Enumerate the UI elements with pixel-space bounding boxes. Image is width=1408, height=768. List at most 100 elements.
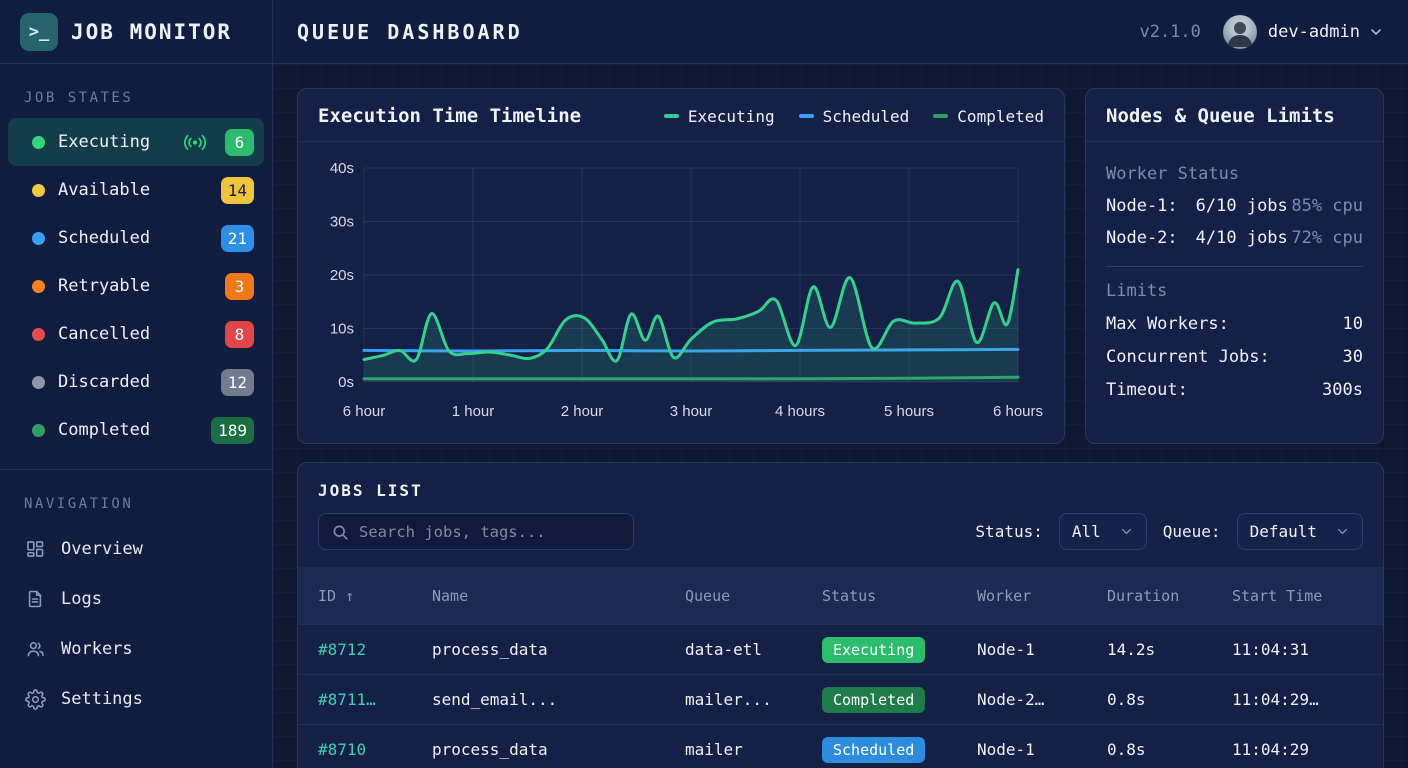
job-name: process_data — [432, 640, 548, 659]
limit-row: Max Workers: 10 — [1106, 314, 1363, 334]
sidebar-state-cancelled[interactable]: Cancelled 8 — [8, 310, 264, 358]
state-label: Executing — [58, 132, 151, 152]
worker-cpu: 85% cpu — [1291, 196, 1363, 216]
sidebar-item-overview[interactable]: Overview — [0, 524, 272, 574]
job-status-cell: Executing — [822, 636, 977, 663]
grid-icon — [24, 538, 46, 560]
legend-label: Executing — [687, 106, 775, 126]
svg-text:6 hours: 6 hours — [993, 403, 1043, 420]
nav-item-label: Workers — [61, 639, 133, 659]
column-header-status[interactable]: Status — [822, 587, 977, 605]
chevron-down-icon — [1335, 524, 1350, 539]
worker-name: Node-2: — [1106, 228, 1178, 248]
file-icon — [24, 588, 46, 610]
status-badge: Scheduled — [822, 736, 926, 763]
app-logo: >_ JOB MONITOR — [0, 0, 272, 64]
legend-swatch — [663, 114, 679, 118]
nav-item-label: Logs — [61, 589, 102, 609]
job-duration: 0.8s — [1107, 740, 1146, 759]
jobs-search[interactable] — [318, 513, 634, 550]
sidebar-state-scheduled[interactable]: Scheduled 21 — [8, 214, 264, 262]
chevron-down-icon — [1119, 524, 1134, 539]
table-row[interactable]: #8711… send_email... mailer... Completed Nod… — [298, 674, 1383, 724]
state-count-badge: 3 — [225, 272, 254, 300]
user-avatar[interactable] — [1222, 14, 1257, 49]
sidebar-item-logs[interactable]: Logs — [0, 574, 272, 624]
sidebar-state-retryable[interactable]: Retryable 3 — [8, 262, 264, 310]
limits-label: Limits — [1106, 281, 1168, 301]
state-label: Cancelled — [58, 324, 151, 344]
divider — [1106, 266, 1363, 267]
column-header-queue[interactable]: Queue — [685, 587, 822, 605]
chart-legend: Executing Scheduled Completed — [663, 106, 1044, 126]
sidebar-state-executing[interactable]: Executing 6 — [8, 118, 264, 166]
column-header-duration[interactable]: Duration — [1107, 587, 1232, 605]
job-id-link[interactable]: #8711… — [318, 690, 432, 709]
sidebar-state-available[interactable]: Available 14 — [8, 166, 264, 214]
state-dot — [32, 327, 45, 341]
navigation-section-label: NAVIGATION — [24, 496, 134, 512]
svg-text:30s: 30s — [330, 214, 354, 231]
jobs-table-header: ID ↑ Name Queue Status Worker Duration Start T… — [298, 567, 1383, 624]
legend-label: Completed — [957, 106, 1044, 126]
limit-value: 30 — [1342, 347, 1363, 367]
job-queue: data-etl — [685, 640, 763, 659]
sidebar-state-discarded[interactable]: Discarded 12 — [8, 358, 264, 406]
worker-status-list: Node-1: 6/10 jobs 85% cpu Node-2: 4/10 jobs 7… — [1106, 196, 1363, 248]
limit-label: Max Workers: — [1106, 314, 1229, 334]
terminal-icon: >_ — [20, 12, 58, 51]
job-duration: 0.8s — [1107, 690, 1146, 709]
table-row[interactable]: #8712 process_data data-etl Executing Node-1… — [298, 624, 1383, 674]
nav-item-label: Overview — [61, 539, 143, 559]
sidebar-state-completed[interactable]: Completed 189 — [8, 406, 264, 454]
svg-text:40s: 40s — [330, 160, 354, 177]
svg-text:0s: 0s — [338, 374, 354, 391]
legend-item-completed[interactable]: Completed — [933, 107, 1044, 126]
user-menu[interactable]: dev-admin — [1268, 22, 1360, 42]
job-id-link[interactable]: #8710 — [318, 740, 432, 759]
page-title: QUEUE DASHBOARD — [297, 19, 523, 44]
select-value: All — [1071, 522, 1101, 541]
state-count-badge: 12 — [220, 368, 254, 396]
svg-text:10s: 10s — [330, 321, 354, 338]
state-dot — [32, 183, 45, 197]
legend-item-executing[interactable]: Executing — [663, 106, 775, 126]
filter-select-status[interactable]: All — [1058, 513, 1147, 550]
job-id-link[interactable]: #8712 — [318, 640, 432, 659]
state-count-badge: 21 — [220, 224, 254, 252]
limit-label: Timeout: — [1106, 380, 1188, 400]
column-header-id[interactable]: ID ↑ — [318, 587, 432, 605]
column-header-start-time[interactable]: Start Time — [1232, 587, 1383, 605]
nodes-card-title: Nodes & Queue Limits — [1106, 105, 1335, 127]
state-dot — [32, 135, 45, 149]
worker-cpu: 72% cpu — [1291, 228, 1363, 248]
timeline-title: Execution Time Timeline — [318, 105, 582, 127]
job-states-section-label: JOB STATES — [24, 90, 134, 106]
legend-label: Scheduled — [822, 106, 910, 126]
state-label: Retryable — [58, 276, 151, 296]
filter-label-queue: Queue: — [1162, 522, 1221, 541]
timeline-card: Execution Time Timeline Executing Schedul… — [297, 88, 1065, 444]
job-start-time: 11:04:31 — [1232, 640, 1310, 659]
filter-select-queue[interactable]: Default — [1236, 513, 1363, 550]
sidebar-item-settings[interactable]: Settings — [0, 674, 272, 724]
users-icon — [24, 638, 46, 660]
jobs-list-card: JOBS LIST Status: All Queue: Default ID ↑Na… — [297, 462, 1384, 768]
column-header-worker[interactable]: Worker — [977, 587, 1107, 605]
job-queue: mailer — [685, 740, 743, 759]
job-worker: Node-1 — [977, 640, 1035, 659]
search-input[interactable] — [359, 522, 621, 541]
svg-text:5 hours: 5 hours — [884, 403, 934, 420]
job-status-cell: Completed — [822, 686, 977, 713]
svg-text:4 hours: 4 hours — [775, 403, 825, 420]
worker-name: Node-1: — [1106, 196, 1178, 216]
sidebar-item-workers[interactable]: Workers — [0, 624, 272, 674]
legend-item-scheduled[interactable]: Scheduled — [798, 106, 910, 126]
job-worker: Node-1 — [977, 740, 1035, 759]
worker-jobs: 6/10 jobs — [1195, 196, 1288, 216]
table-row[interactable]: #8710 process_data mailer Scheduled Node-1 0.… — [298, 724, 1383, 768]
state-count-badge: 189 — [211, 416, 254, 444]
column-header-name[interactable]: Name — [432, 587, 685, 605]
sidebar: >_ JOB MONITOR JOB STATES Executing 6 Avai… — [0, 0, 273, 768]
job-status-cell: Scheduled — [822, 736, 977, 763]
